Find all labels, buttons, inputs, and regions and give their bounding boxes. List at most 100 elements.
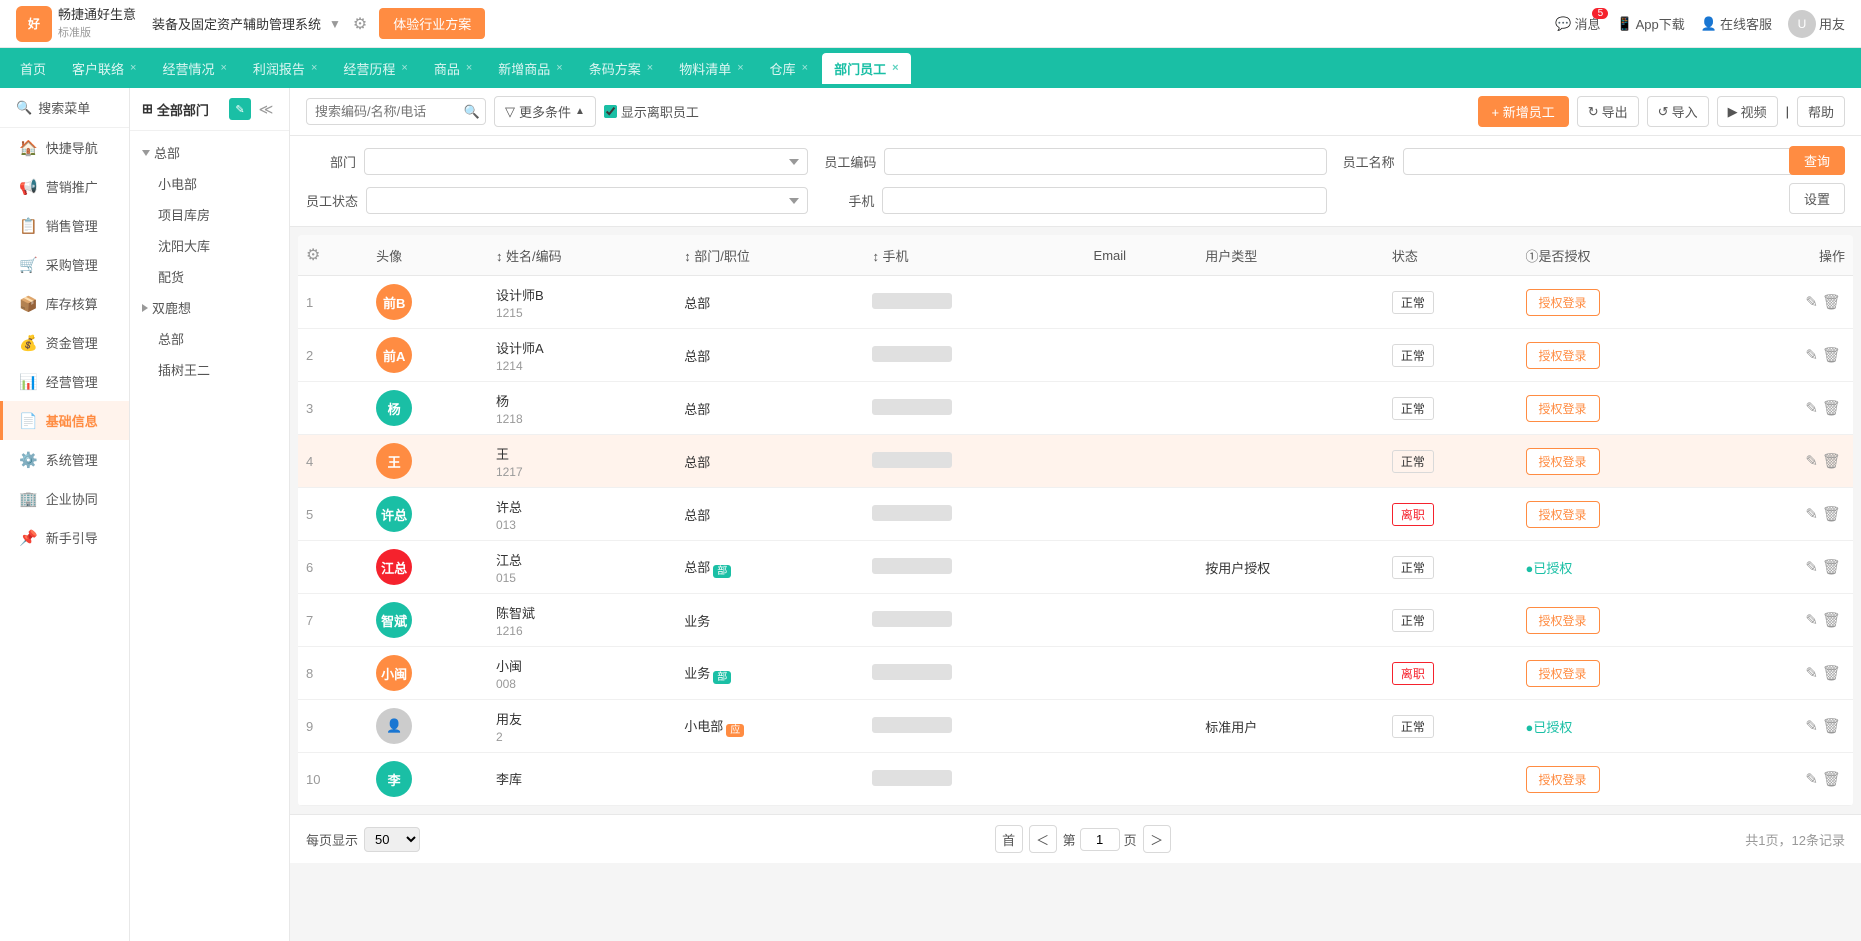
dept-edit-button[interactable]: ✎ (229, 98, 251, 120)
tab-department[interactable]: 部门员工× (822, 53, 910, 84)
sidebar-item-guide[interactable]: 📌 新手引导 (0, 518, 129, 557)
tab-bom-close[interactable]: × (737, 62, 743, 74)
sidebar-item-marketing[interactable]: 📢 营销推广 (0, 167, 129, 206)
tab-home[interactable]: 首页 (8, 53, 58, 84)
auth-button[interactable]: 授权登录 (1526, 660, 1600, 687)
edit-button[interactable]: ✎ (1805, 506, 1818, 523)
tab-warehouse[interactable]: 仓库× (758, 53, 820, 84)
emp-name-input[interactable] (1403, 148, 1845, 175)
tab-bom[interactable]: 物料清单× (667, 53, 755, 84)
phone-input[interactable] (882, 187, 1326, 214)
sidebar-item-finance[interactable]: 💰 资金管理 (0, 323, 129, 362)
dept-item-project[interactable]: 项目库房 (130, 199, 289, 230)
edit-button[interactable]: ✎ (1805, 718, 1818, 735)
message-button[interactable]: 💬 消息 5 (1555, 14, 1600, 33)
delete-button[interactable]: 🗑 (1822, 294, 1841, 311)
edit-button[interactable]: ✎ (1805, 559, 1818, 576)
dept-collapse-button[interactable]: ≪ (255, 98, 277, 120)
auth-button[interactable]: 授权登录 (1526, 342, 1600, 369)
sidebar-item-shortcut[interactable]: 🏠 快捷导航 (0, 128, 129, 167)
import-button[interactable]: ↺ 导入 (1647, 96, 1709, 127)
tab-goods[interactable]: 商品× (422, 53, 484, 84)
gear-icon[interactable]: ⚙ (353, 14, 367, 34)
sidebar-search[interactable]: 🔍 搜索菜单 (0, 88, 129, 128)
tab-customer-close[interactable]: × (130, 62, 136, 74)
dept-filter-select[interactable] (364, 148, 808, 175)
add-employee-button[interactable]: + 新增员工 (1478, 96, 1569, 127)
show-resigned-checkbox[interactable]: 显示离职员工 (604, 102, 699, 121)
tab-operations[interactable]: 经营情况× (150, 53, 238, 84)
auth-button[interactable]: 授权登录 (1526, 501, 1600, 528)
auth-button[interactable]: 授权登录 (1526, 289, 1600, 316)
dept-item-peihuo[interactable]: 配货 (130, 261, 289, 292)
sidebar-item-operations[interactable]: 📊 经营管理 (0, 362, 129, 401)
trial-button[interactable]: 体验行业方案 (379, 8, 485, 39)
auth-button[interactable]: 授权登录 (1526, 448, 1600, 475)
system-arrow-icon[interactable]: ▼ (329, 17, 341, 31)
col-dept[interactable]: ↕ 部门/职位 (676, 235, 864, 276)
delete-button[interactable]: 🗑 (1822, 718, 1841, 735)
sidebar-item-sales[interactable]: 📋 销售管理 (0, 206, 129, 245)
tab-history[interactable]: 经营历程× (331, 53, 419, 84)
sidebar-item-system[interactable]: ⚙️ 系统管理 (0, 440, 129, 479)
sidebar-item-inventory[interactable]: 📦 库存核算 (0, 284, 129, 323)
more-filters-button[interactable]: ▽ 更多条件 ▲ (494, 96, 596, 127)
tab-dept-close[interactable]: × (892, 62, 898, 74)
query-button[interactable]: 查询 (1789, 146, 1845, 175)
search-button[interactable]: 🔍 (464, 104, 480, 120)
delete-button[interactable]: 🗑 (1822, 559, 1841, 576)
delete-button[interactable]: 🗑 (1822, 612, 1841, 629)
tab-barcode-close[interactable]: × (647, 62, 653, 74)
reset-button[interactable]: 设置 (1789, 183, 1845, 214)
auth-button[interactable]: 授权登录 (1526, 766, 1600, 793)
auth-button[interactable]: 授权登录 (1526, 607, 1600, 634)
tab-add-goods[interactable]: 新增商品× (486, 53, 574, 84)
edit-button[interactable]: ✎ (1805, 347, 1818, 364)
sidebar-item-enterprise[interactable]: 🏢 企业协同 (0, 479, 129, 518)
page-number-input[interactable] (1080, 828, 1120, 851)
emp-status-select[interactable] (366, 187, 808, 214)
tab-barcode[interactable]: 条码方案× (577, 53, 665, 84)
dept-item-zongbu[interactable]: 总部 (130, 323, 289, 354)
dept-all-label[interactable]: ⊞ 全部部门 (142, 100, 209, 119)
gear-col-icon[interactable]: ⚙ (306, 247, 320, 264)
tab-goods-close[interactable]: × (466, 62, 472, 74)
dept-item-xiaodibu[interactable]: 小电部 (130, 168, 289, 199)
delete-button[interactable]: 🗑 (1822, 453, 1841, 470)
search-input[interactable] (306, 98, 486, 125)
dept-tree-root[interactable]: 总部 (130, 137, 289, 168)
app-download-button[interactable]: 📱 App下载 (1616, 14, 1684, 33)
dept-item-shenyang[interactable]: 沈阳大库 (130, 230, 289, 261)
tab-addgoods-close[interactable]: × (556, 62, 562, 74)
delete-button[interactable]: 🗑 (1822, 400, 1841, 417)
edit-button[interactable]: ✎ (1805, 453, 1818, 470)
page-size-select[interactable]: 50 100 200 (364, 827, 420, 852)
tab-hist-close[interactable]: × (401, 62, 407, 74)
col-phone[interactable]: ↕ 手机 (864, 235, 1085, 276)
sidebar-item-purchase[interactable]: 🛒 采购管理 (0, 245, 129, 284)
edit-button[interactable]: ✎ (1805, 612, 1818, 629)
edit-button[interactable]: ✎ (1805, 294, 1818, 311)
user-area[interactable]: U 用友 (1788, 10, 1845, 38)
tab-wh-close[interactable]: × (802, 62, 808, 74)
tab-customer[interactable]: 客户联络× (60, 53, 148, 84)
emp-code-input[interactable] (884, 148, 1326, 175)
col-name[interactable]: ↕ 姓名/编码 (488, 235, 676, 276)
dept-item-shuanglu[interactable]: 双鹿想 (130, 292, 289, 323)
dept-item-chashuwang[interactable]: 插树王二 (130, 354, 289, 385)
delete-button[interactable]: 🗑 (1822, 771, 1841, 788)
sidebar-item-basic[interactable]: 📄 基础信息 (0, 401, 129, 440)
edit-button[interactable]: ✎ (1805, 400, 1818, 417)
next-page-button[interactable]: ＞ (1143, 825, 1171, 853)
edit-button[interactable]: ✎ (1805, 665, 1818, 682)
auth-button[interactable]: 授权登录 (1526, 395, 1600, 422)
show-resigned-input[interactable] (604, 105, 617, 118)
delete-button[interactable]: 🗑 (1822, 665, 1841, 682)
first-page-button[interactable]: 首 (995, 825, 1023, 853)
online-service-button[interactable]: 👤 在线客服 (1701, 14, 1772, 33)
export-button[interactable]: ↻ 导出 (1577, 96, 1639, 127)
edit-button[interactable]: ✎ (1805, 771, 1818, 788)
prev-page-button[interactable]: ＜ (1029, 825, 1057, 853)
help-button[interactable]: 帮助 (1797, 96, 1845, 127)
view-button[interactable]: ▶ 视频 (1717, 96, 1778, 127)
